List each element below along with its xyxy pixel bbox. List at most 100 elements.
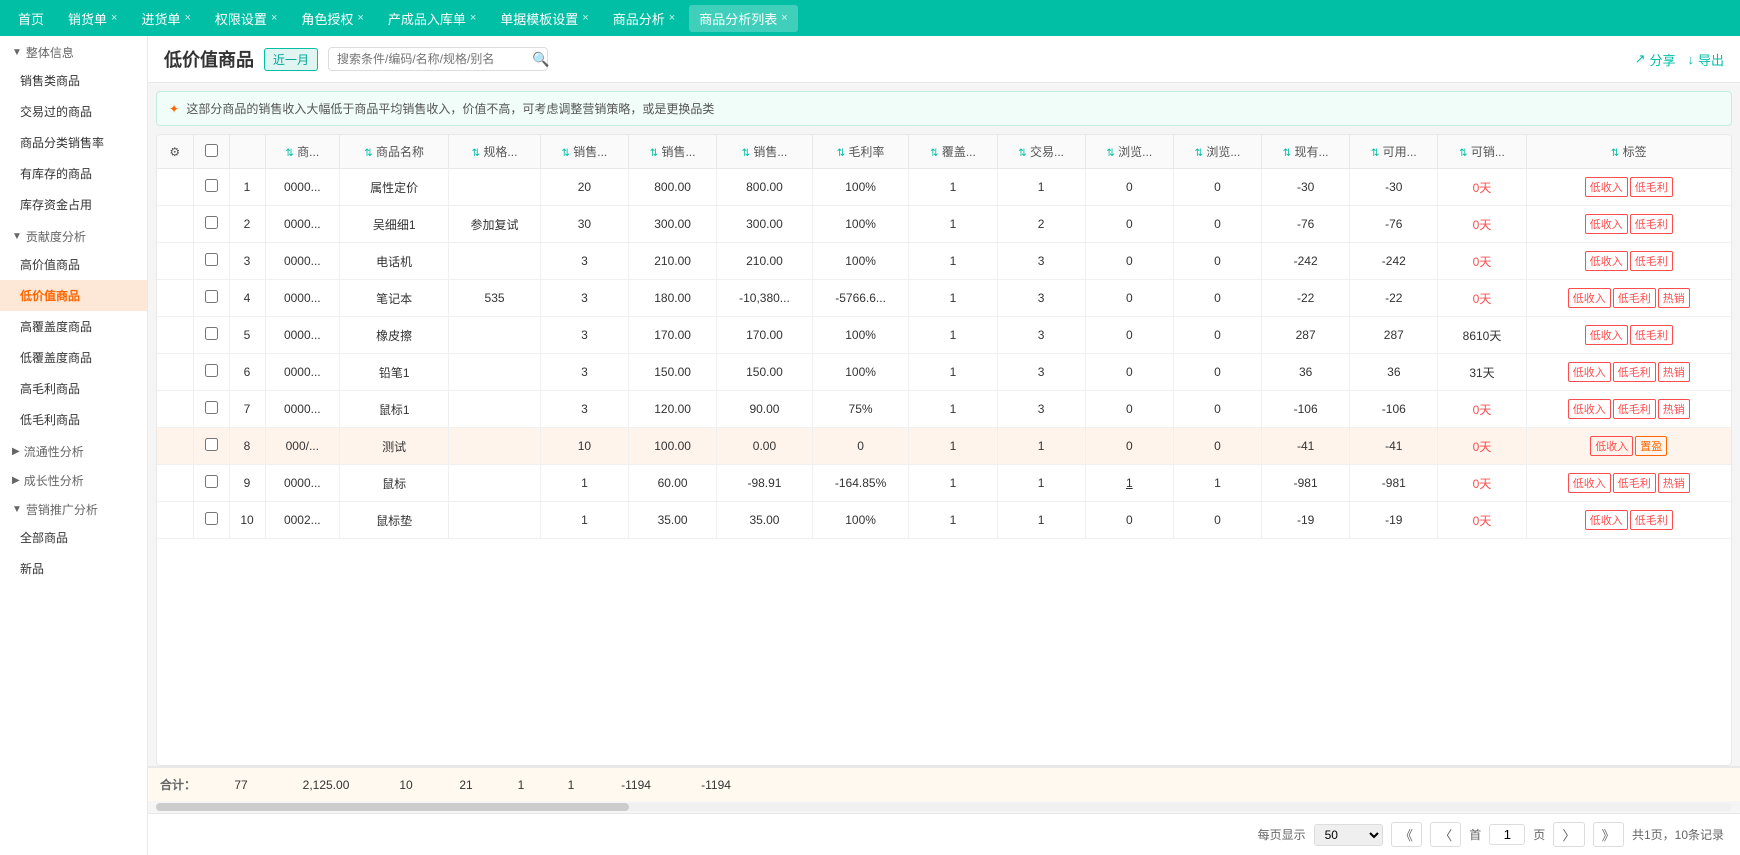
row-checkbox[interactable] [205,401,218,414]
nav-close-list[interactable]: × [781,12,787,24]
cell-checkbox[interactable] [193,206,229,243]
page-number-input[interactable] [1489,824,1525,845]
nav-close-analysis[interactable]: × [669,12,675,24]
cell-checkbox[interactable] [193,391,229,428]
row-checkbox[interactable] [205,253,218,266]
export-button[interactable]: ↓ 导出 [1687,50,1724,69]
cell-checkbox[interactable] [193,169,229,206]
nav-product-stock[interactable]: 产成品入库单 × [378,5,486,32]
cell-browse1[interactable]: 0 [1085,243,1173,280]
cell-spec: 参加复试 [449,206,541,243]
sidebar-item-high-profit[interactable]: 高毛利商品 [0,373,147,404]
col-available[interactable]: ⇅ 可用... [1350,135,1438,169]
nav-close-template[interactable]: × [582,12,588,24]
row-checkbox[interactable] [205,290,218,303]
row-checkbox[interactable] [205,327,218,340]
nav-close-role[interactable]: × [357,12,363,24]
sidebar-group-overview[interactable]: ▼ 整体信息 [0,36,147,65]
filter-tag-month[interactable]: 近一月 [264,48,318,71]
cell-name: 测试 [340,428,449,465]
col-cover[interactable]: ⇅ 覆盖... [909,135,997,169]
select-all-checkbox[interactable] [205,144,218,157]
col-sale2[interactable]: ⇅ 销售... [629,135,717,169]
sidebar-item-high-value[interactable]: 高价值商品 [0,249,147,280]
sidebar-item-all-products[interactable]: 全部商品 [0,522,147,553]
col-current[interactable]: ⇅ 现有... [1262,135,1350,169]
sidebar-group-contribution[interactable]: ▼ 贡献度分析 [0,220,147,249]
cell-checkbox[interactable] [193,502,229,539]
sidebar-item-category-rate[interactable]: 商品分类销售率 [0,127,147,158]
nav-permission-settings[interactable]: 权限设置 × [205,5,287,32]
prev-page-button[interactable]: 〈 [1430,822,1461,847]
sidebar-item-low-coverage[interactable]: 低覆盖度商品 [0,342,147,373]
share-button[interactable]: ↗ 分享 [1635,50,1676,69]
sidebar-item-new-products[interactable]: 新品 [0,553,147,584]
cell-checkbox[interactable] [193,465,229,502]
sidebar-item-inventory-capital[interactable]: 库存资金占用 [0,189,147,220]
row-checkbox[interactable] [205,216,218,229]
col-spec[interactable]: ⇅ 规格... [449,135,541,169]
cell-browse1[interactable]: 0 [1085,317,1173,354]
cell-browse1[interactable]: 0 [1085,206,1173,243]
row-checkbox[interactable] [205,475,218,488]
nav-template-settings[interactable]: 单据模板设置 × [490,5,598,32]
cell-saleable: 31天 [1438,354,1526,391]
cell-browse1[interactable]: 0 [1085,280,1173,317]
sidebar-group-growth[interactable]: ▶ 成长性分析 [0,464,147,493]
sidebar-item-low-profit[interactable]: 低毛利商品 [0,404,147,435]
nav-sales-order[interactable]: 销货单 × [58,5,127,32]
cell-gross: -164.85% [812,465,909,502]
nav-home[interactable]: 首页 [8,5,54,32]
sidebar-group-liquidity[interactable]: ▶ 流通性分析 [0,435,147,464]
col-settings[interactable]: ⚙ [157,135,193,169]
cell-checkbox[interactable] [193,428,229,465]
next-page-button[interactable]: 〉 [1553,822,1584,847]
cell-checkbox[interactable] [193,354,229,391]
sidebar-item-low-value[interactable]: 低价值商品 [0,280,147,311]
cell-browse1[interactable]: 0 [1085,502,1173,539]
cell-checkbox[interactable] [193,243,229,280]
row-checkbox[interactable] [205,364,218,377]
nav-purchase-order[interactable]: 进货单 × [131,5,200,32]
col-sale3[interactable]: ⇅ 销售... [717,135,813,169]
row-checkbox[interactable] [205,438,218,451]
col-saleable[interactable]: ⇅ 可销... [1438,135,1526,169]
col-tags[interactable]: ⇅ 标签 [1526,135,1731,169]
first-page-button[interactable]: 《 [1391,822,1422,847]
col-browse1[interactable]: ⇅ 浏览... [1085,135,1173,169]
col-browse2[interactable]: ⇅ 浏览... [1173,135,1261,169]
cell-checkbox[interactable] [193,280,229,317]
cell-browse1[interactable]: 1 [1085,465,1173,502]
cell-trade: 1 [997,169,1085,206]
per-page-select[interactable]: 50 100 200 [1314,824,1383,846]
nav-close-sales[interactable]: × [111,12,117,24]
search-icon[interactable]: 🔍 [532,51,549,68]
col-gross[interactable]: ⇅ 毛利率 [812,135,909,169]
search-input[interactable] [328,47,548,71]
col-name[interactable]: ⇅ 商品名称 [340,135,449,169]
col-checkbox[interactable] [193,135,229,169]
sidebar-group-marketing[interactable]: ▼ 营销推广分析 [0,493,147,522]
nav-product-analysis-list[interactable]: 商品分析列表 × [689,5,797,32]
cell-browse1[interactable]: 0 [1085,169,1173,206]
nav-close-permission[interactable]: × [271,12,277,24]
sidebar-item-stocked-products[interactable]: 有库存的商品 [0,158,147,189]
nav-close-purchase[interactable]: × [184,12,190,24]
last-page-button[interactable]: 》 [1593,822,1624,847]
col-sale1[interactable]: ⇅ 销售... [540,135,628,169]
cell-browse1[interactable]: 0 [1085,354,1173,391]
sidebar-item-traded-products[interactable]: 交易过的商品 [0,96,147,127]
nav-close-stock[interactable]: × [470,12,476,24]
row-checkbox[interactable] [205,512,218,525]
col-code[interactable]: ⇅ 商... [265,135,340,169]
cell-browse1[interactable]: 0 [1085,428,1173,465]
nav-role-auth[interactable]: 角色授权 × [291,5,373,32]
sidebar-item-sales-products[interactable]: 销售类商品 [0,65,147,96]
row-checkbox[interactable] [205,179,218,192]
cell-checkbox[interactable] [193,317,229,354]
cell-browse1[interactable]: 0 [1085,391,1173,428]
nav-product-analysis[interactable]: 商品分析 × [603,5,685,32]
col-trade[interactable]: ⇅ 交易... [997,135,1085,169]
browse-link[interactable]: 1 [1126,476,1133,490]
sidebar-item-high-coverage[interactable]: 高覆盖度商品 [0,311,147,342]
